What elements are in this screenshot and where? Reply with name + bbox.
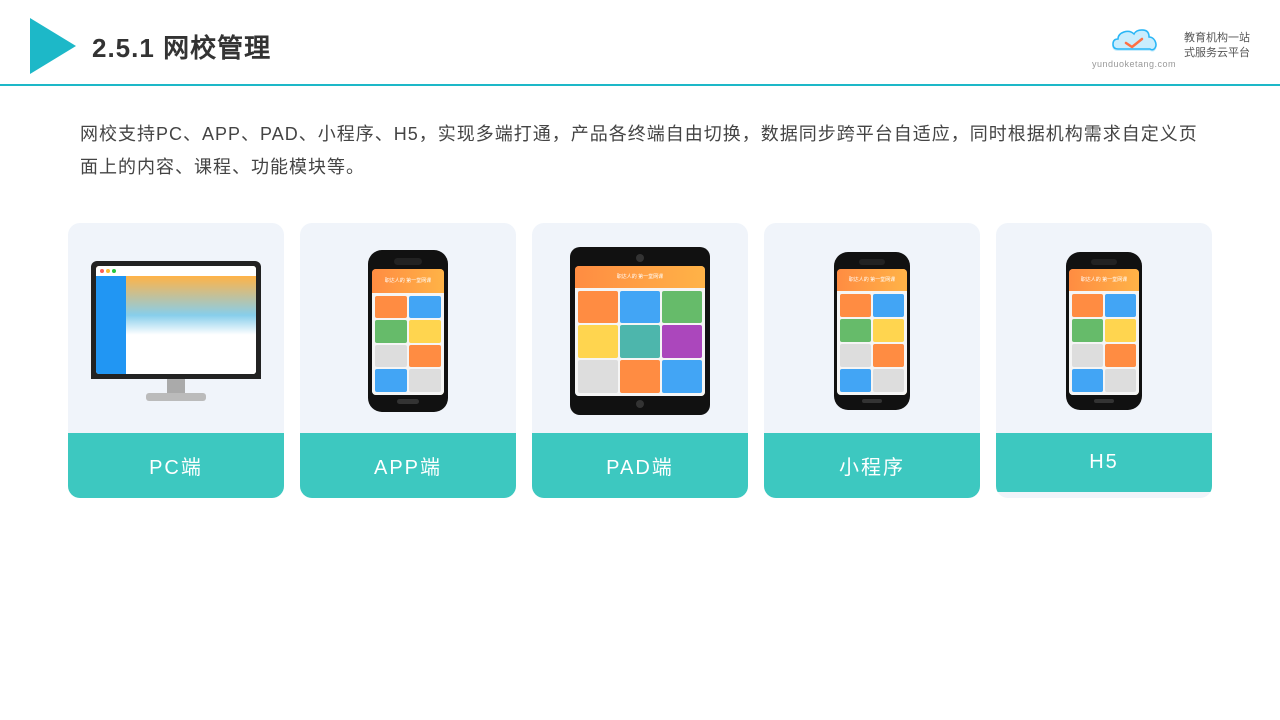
brand-logo: yunduoketang.com 教育机构一站 式服务云平台 [1092,23,1250,69]
card-miniapp: 职达人的 第一堂网课 小程序 [764,223,980,498]
logo-slogan: 教育机构一站 式服务云平台 [1184,31,1250,62]
platform-cards: PC端 职达人的 第一堂网课 [0,195,1280,498]
card-h5: 职达人的 第一堂网课 H5 [996,223,1212,498]
title-number: 2.5.1 [92,33,155,63]
description-text: 网校支持PC、APP、PAD、小程序、H5，实现多端打通，产品各终端自由切换，数… [0,86,1280,195]
card-pc: PC端 [68,223,284,498]
card-h5-label: H5 [996,433,1212,492]
monitor-icon [91,261,261,401]
header: 2.5.1 网校管理 yunduoketang.com 教育机构一站 式服务云平… [0,0,1280,86]
phone-app-icon: 职达人的 第一堂网课 [368,250,448,412]
card-miniapp-image: 职达人的 第一堂网课 [764,223,980,433]
logo-triangle-icon [30,18,76,74]
logo-domain: yunduoketang.com [1092,59,1176,69]
phone-miniapp-icon: 职达人的 第一堂网课 [834,252,910,410]
card-app-label: APP端 [300,433,516,498]
card-app-image: 职达人的 第一堂网课 [300,223,516,433]
cloud-logo-icon: yunduoketang.com [1092,23,1176,69]
card-pc-label: PC端 [68,433,284,498]
phone-h5-icon: 职达人的 第一堂网课 [1066,252,1142,410]
header-left: 2.5.1 网校管理 [30,18,271,74]
card-miniapp-label: 小程序 [764,433,980,498]
card-pad-image: 职达人的 第一堂网课 [532,223,748,433]
card-pad-label: PAD端 [532,433,748,498]
card-pad: 职达人的 第一堂网课 PAD端 [532,223,748,498]
card-pc-image [68,223,284,433]
card-app: 职达人的 第一堂网课 APP端 [300,223,516,498]
page-title: 2.5.1 网校管理 [92,28,271,65]
card-h5-image: 职达人的 第一堂网课 [996,223,1212,433]
pad-icon: 职达人的 第一堂网课 [570,247,710,415]
title-text: 网校管理 [163,33,271,63]
